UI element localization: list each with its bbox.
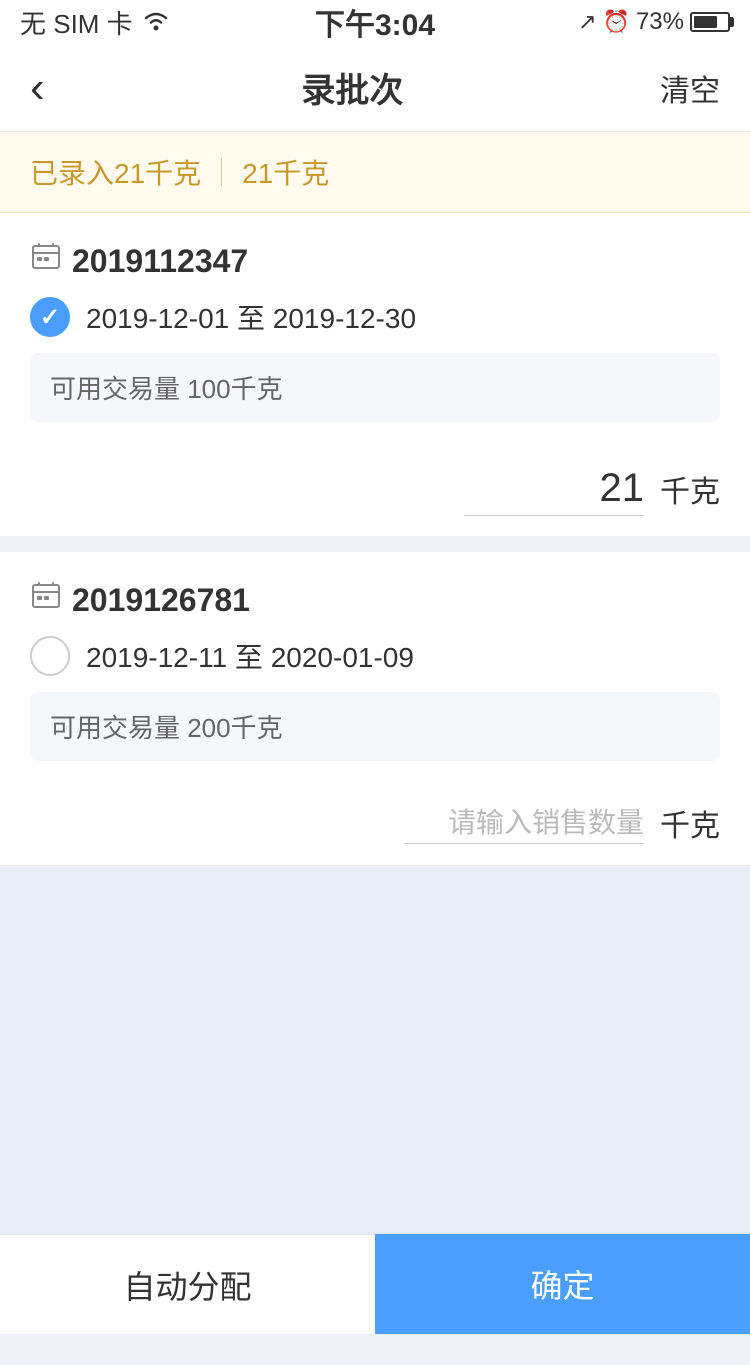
- availability-1: 可用交易量 100千克: [30, 353, 720, 422]
- batch-date-2: 2019-12-11 至 2020-01-09: [86, 636, 414, 676]
- battery-fill: [694, 16, 717, 28]
- radio-1[interactable]: [30, 297, 70, 337]
- batch-id-2: 2019126781: [72, 582, 250, 619]
- summary-banner: 已录入21千克 21千克: [0, 132, 750, 213]
- batch-date-row-1[interactable]: 2019-12-01 至 2019-12-30: [0, 289, 750, 353]
- empty-area: [0, 865, 750, 1265]
- batch-date-row-2[interactable]: 2019-12-11 至 2020-01-09: [0, 628, 750, 692]
- batch-header-1: 2019112347: [0, 213, 750, 289]
- auto-distribute-button[interactable]: 自动分配: [0, 1234, 375, 1334]
- batch-icon-2: [30, 580, 62, 620]
- status-right: ↗ ⏰ 73%: [578, 8, 730, 36]
- radio-2[interactable]: [30, 636, 70, 676]
- batch-card-2: 2019126781 2019-12-11 至 2020-01-09 可用交易量…: [0, 552, 750, 865]
- batch-header-2: 2019126781: [0, 552, 750, 628]
- input-unit-2: 千克: [660, 801, 720, 845]
- back-button[interactable]: ‹: [30, 63, 45, 113]
- amount-row-1: 千克: [0, 442, 750, 536]
- status-bar: 无 SIM 卡 下午3:04 ↗ ⏰ 73%: [0, 0, 750, 44]
- status-left: 无 SIM 卡: [20, 4, 171, 41]
- alarm-icon: ⏰: [603, 9, 630, 35]
- nav-bar: ‹ 录批次 清空: [0, 44, 750, 132]
- confirm-button[interactable]: 确定: [375, 1234, 750, 1334]
- amount-input-2[interactable]: [404, 803, 644, 844]
- batch-date-1: 2019-12-01 至 2019-12-30: [86, 297, 416, 337]
- total-amount: 21千克: [242, 152, 329, 192]
- battery-text: 73%: [636, 8, 684, 36]
- main-content: 2019112347 2019-12-01 至 2019-12-30 可用交易量…: [0, 213, 750, 1365]
- recorded-amount: 已录入21千克: [30, 152, 201, 192]
- wifi-icon: [141, 7, 171, 38]
- carrier-text: 无 SIM 卡: [20, 4, 133, 41]
- battery-icon: [690, 12, 730, 32]
- availability-2: 可用交易量 200千克: [30, 692, 720, 761]
- location-icon: ↗: [578, 9, 596, 35]
- batch-card-1: 2019112347 2019-12-01 至 2019-12-30 可用交易量…: [0, 213, 750, 536]
- amount-unit-1: 千克: [660, 467, 720, 511]
- clear-button[interactable]: 清空: [660, 66, 720, 110]
- bottom-bar: 自动分配 确定: [0, 1234, 750, 1334]
- summary-divider: [221, 158, 222, 186]
- amount-input-1[interactable]: [464, 462, 644, 516]
- batch-id-1: 2019112347: [72, 243, 248, 280]
- input-row-2: 千克: [0, 781, 750, 865]
- page-title: 录批次: [301, 63, 403, 112]
- time-display: 下午3:04: [315, 0, 435, 44]
- section-divider: [0, 536, 750, 552]
- batch-icon-1: [30, 241, 62, 281]
